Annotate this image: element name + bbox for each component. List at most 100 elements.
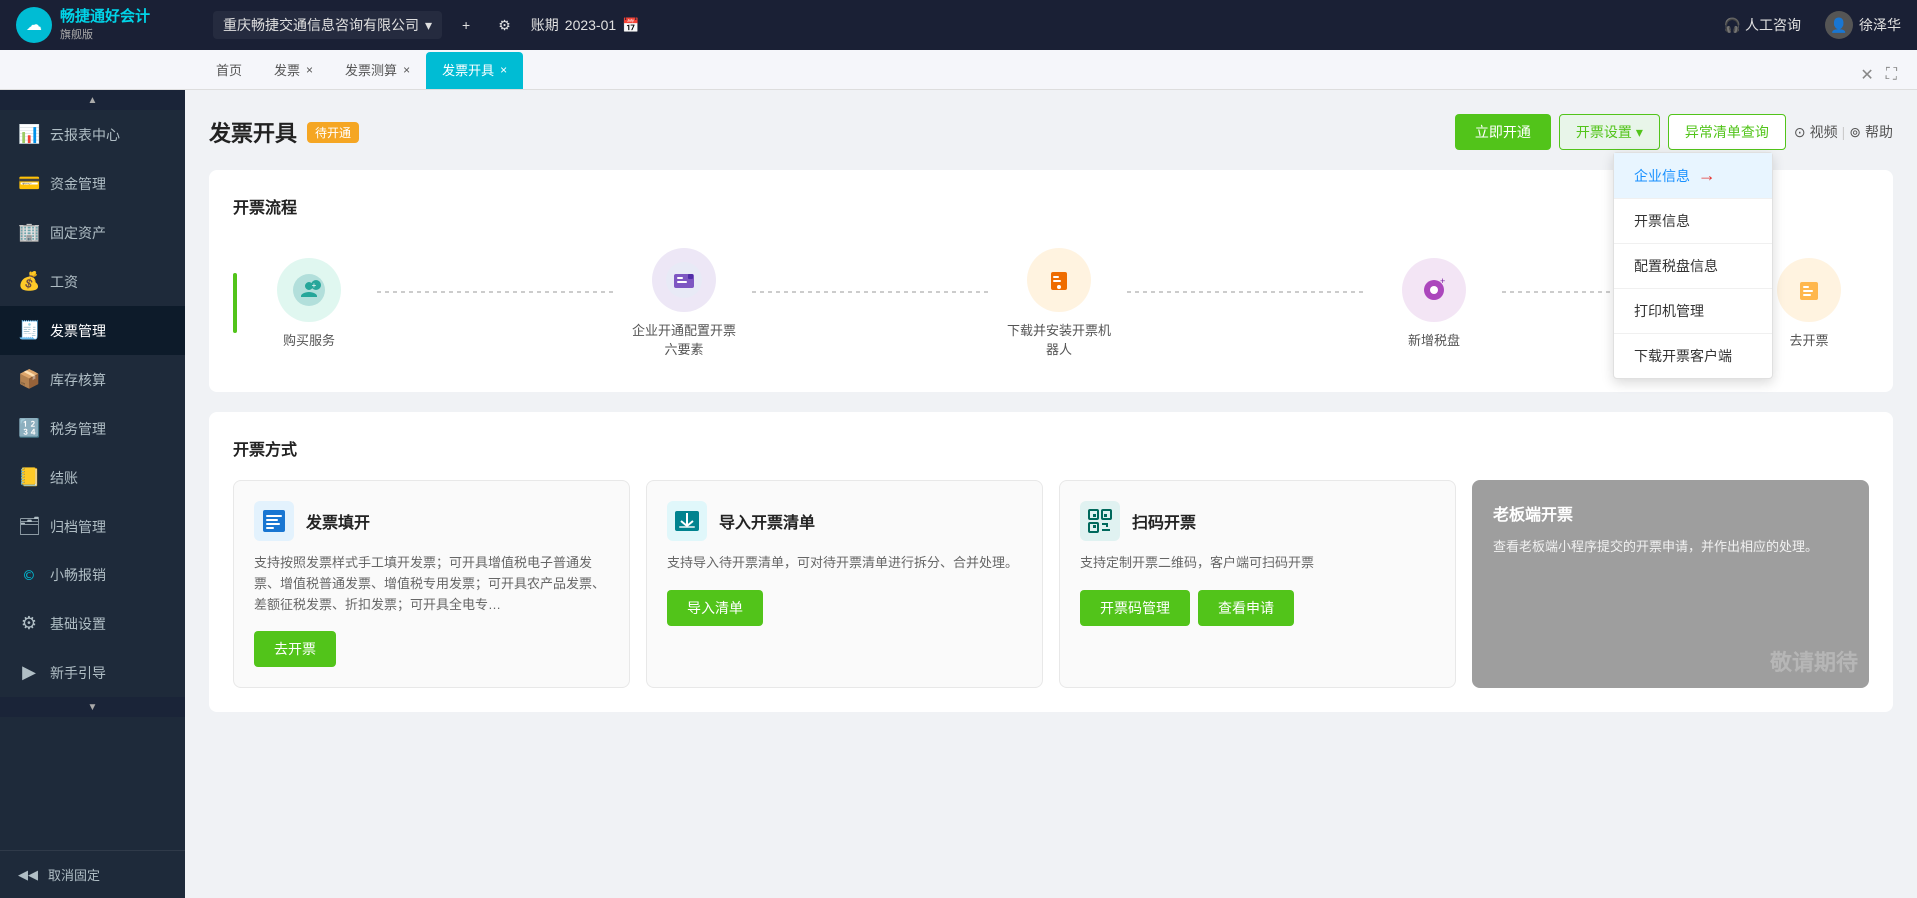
sidebar-label: 固定资产 [50, 223, 106, 243]
settings-button[interactable]: ⚙ [490, 13, 519, 38]
method-card-boss: 老板端开票 查看老板端小程序提交的开票申请，并作出相应的处理。 敬请期待 [1472, 480, 1869, 688]
view-apply-button[interactable]: 查看申请 [1198, 590, 1294, 626]
logo-sub: 旗舰版 [60, 26, 150, 42]
expand-button[interactable]: ⛶ [1882, 62, 1901, 88]
sidebar-item-guidang[interactable]: 🗂 归档管理 [0, 502, 185, 551]
abnormal-list-button[interactable]: 异常清单查询 [1668, 114, 1786, 150]
wallet-icon: 💳 [18, 173, 40, 194]
gear-icon: ⚙ [498, 17, 511, 34]
sidebar-label: 新手引导 [50, 663, 106, 683]
page-title: 发票开具 [209, 116, 297, 148]
add-tab-button[interactable]: + [454, 13, 478, 37]
close-tab-button[interactable]: ✕ [1856, 61, 1877, 89]
pin-icon: ◀◀ [18, 867, 38, 883]
building-icon: 🏢 [18, 222, 40, 243]
main-layout: ▲ 📊 云报表中心 💳 资金管理 🏢 固定资产 💰 工资 🧾 发票管理 📦 库存… [0, 90, 1917, 898]
method-title: 发票填开 [306, 509, 370, 533]
page-actions: 立即开通 开票设置 ▾ 异常清单查询 ⊙ 视频 | ⊚ 帮助 企业信息 [1455, 114, 1893, 150]
qrcode-manage-button[interactable]: 开票码管理 [1080, 590, 1190, 626]
tab-invoice[interactable]: 发票 × [258, 52, 329, 89]
content-area: 发票开具 待开通 立即开通 开票设置 ▾ 异常清单查询 ⊙ 视频 | ⊚ 帮助 [185, 90, 1917, 898]
tab-invoice-calc[interactable]: 发票测算 × [329, 52, 426, 89]
download-icon [1027, 248, 1091, 312]
tax-icon: 🔢 [18, 418, 40, 439]
tab-invoice-issue[interactable]: 发票开具 × [426, 52, 523, 89]
chart-icon: 📊 [18, 124, 40, 145]
flow-connector-3 [1119, 291, 1374, 293]
sidebar-scroll-down[interactable]: ▼ [0, 697, 185, 717]
sidebar-label: 取消固定 [48, 865, 100, 884]
status-badge: 待开通 [307, 122, 359, 143]
user-area[interactable]: 👤 徐泽华 [1825, 11, 1901, 39]
sidebar-label: 发票管理 [50, 321, 106, 341]
archive-icon: 🗂 [18, 516, 40, 537]
page-title-row: 发票开具 待开通 [209, 116, 359, 148]
method-title: 老板端开票 [1493, 501, 1573, 525]
header-actions: 🎧 人工咨询 👤 徐泽华 [1716, 11, 1901, 39]
sidebar-item-yunbao[interactable]: 📊 云报表中心 [0, 110, 185, 159]
tab-close-icon[interactable]: × [500, 63, 507, 77]
config-icon [652, 248, 716, 312]
method-card-fill: 发票填开 支持按照发票样式手工填开发票；可开具增值税电子普通发票、增值税普通发票… [233, 480, 630, 688]
sidebar-scroll-up[interactable]: ▲ [0, 90, 185, 110]
box-icon: 📦 [18, 369, 40, 390]
settings-icon: ⚙ [18, 613, 40, 634]
tab-close-icon[interactable]: × [306, 63, 313, 77]
red-arrow-icon: → [1698, 165, 1716, 186]
method-section: 开票方式 发票填开 支持按照发票样式手工填开发票；可开具增值税电子普通发票、增值… [209, 412, 1893, 712]
page-header: 发票开具 待开通 立即开通 开票设置 ▾ 异常清单查询 ⊙ 视频 | ⊚ 帮助 [209, 114, 1893, 150]
sidebar-item-xiaochang[interactable]: © 小畅报销 [0, 551, 185, 599]
help-icon: ⊚ [1849, 124, 1861, 141]
flow-step-buy: + 购买服务 [233, 258, 369, 349]
logo-icon: ☁ [16, 7, 52, 43]
import-icon [667, 501, 707, 541]
method-desc: 查看老板端小程序提交的开票申请，并作出相应的处理。 [1493, 537, 1848, 558]
sidebar-item-gongzi[interactable]: 💰 工资 [0, 257, 185, 306]
dropdown-item-kaipiao[interactable]: 开票信息 [1614, 199, 1772, 244]
sidebar-label: 云报表中心 [50, 125, 120, 145]
consult-button[interactable]: 🎧 人工咨询 [1716, 11, 1809, 39]
fill-invoice-button[interactable]: 去开票 [254, 631, 336, 667]
tab-home[interactable]: 首页 [200, 52, 258, 89]
flow-label: 企业开通配置开票六要素 [629, 320, 739, 358]
company-selector[interactable]: 重庆畅捷交通信息咨询有限公司 ▾ [213, 11, 442, 39]
period-value: 2023-01 [565, 17, 616, 33]
chevron-down-icon: ▾ [1636, 124, 1643, 141]
tab-close-icon[interactable]: × [403, 63, 410, 77]
sidebar-item-fapiao[interactable]: 🧾 发票管理 [0, 306, 185, 355]
method-desc: 支持定制开票二维码，客户端可扫码开票 [1080, 553, 1435, 574]
sidebar-item-kucun[interactable]: 📦 库存核算 [0, 355, 185, 404]
report-icon: © [18, 566, 40, 585]
sidebar-item-xinshou[interactable]: ▶ 新手引导 [0, 648, 185, 697]
settings-dropdown-button[interactable]: 开票设置 ▾ [1559, 114, 1660, 150]
period-info: 账期 2023-01 📅 [531, 15, 640, 35]
svg-text:+: + [312, 281, 317, 290]
method-card-import: 导入开票清单 支持导入待开票清单，可对待开票清单进行拆分、合并处理。 导入清单 [646, 480, 1043, 688]
money-icon: 💰 [18, 271, 40, 292]
sidebar-label: 结账 [50, 468, 78, 488]
book-icon: 📒 [18, 467, 40, 488]
flow-label: 去开票 [1789, 330, 1828, 349]
sidebar-item-shuiwu[interactable]: 🔢 税务管理 [0, 404, 185, 453]
sidebar-item-cancel-pin[interactable]: ◀◀ 取消固定 [0, 851, 185, 898]
import-list-button[interactable]: 导入清单 [667, 590, 763, 626]
sidebar-label: 基础设置 [50, 614, 106, 634]
flow-step-download: 下载并安装开票机器人 [999, 248, 1119, 358]
dropdown-item-qiye[interactable]: 企业信息 → [1614, 153, 1772, 199]
chevron-down-icon: ▾ [425, 17, 432, 34]
sidebar-label: 归档管理 [50, 517, 106, 537]
consult-label: 人工咨询 [1745, 15, 1801, 35]
sidebar-bottom: ◀◀ 取消固定 [0, 850, 185, 898]
sidebar-item-zijin[interactable]: 💳 资金管理 [0, 159, 185, 208]
dropdown-item-xiazai[interactable]: 下载开票客户端 [1614, 334, 1772, 378]
video-button[interactable]: ⊙ 视频 | ⊚ 帮助 [1794, 122, 1893, 142]
sidebar-item-guding[interactable]: 🏢 固定资产 [0, 208, 185, 257]
activate-button[interactable]: 立即开通 [1455, 114, 1551, 150]
fill-invoice-icon [254, 501, 294, 541]
sidebar-item-jiezhang[interactable]: 📒 结账 [0, 453, 185, 502]
period-label: 账期 [531, 15, 559, 35]
sidebar-item-jichu[interactable]: ⚙ 基础设置 [0, 599, 185, 648]
svg-text:+: + [1440, 276, 1445, 286]
dropdown-item-dayin[interactable]: 打印机管理 [1614, 289, 1772, 334]
dropdown-item-peizhi[interactable]: 配置税盘信息 [1614, 244, 1772, 289]
